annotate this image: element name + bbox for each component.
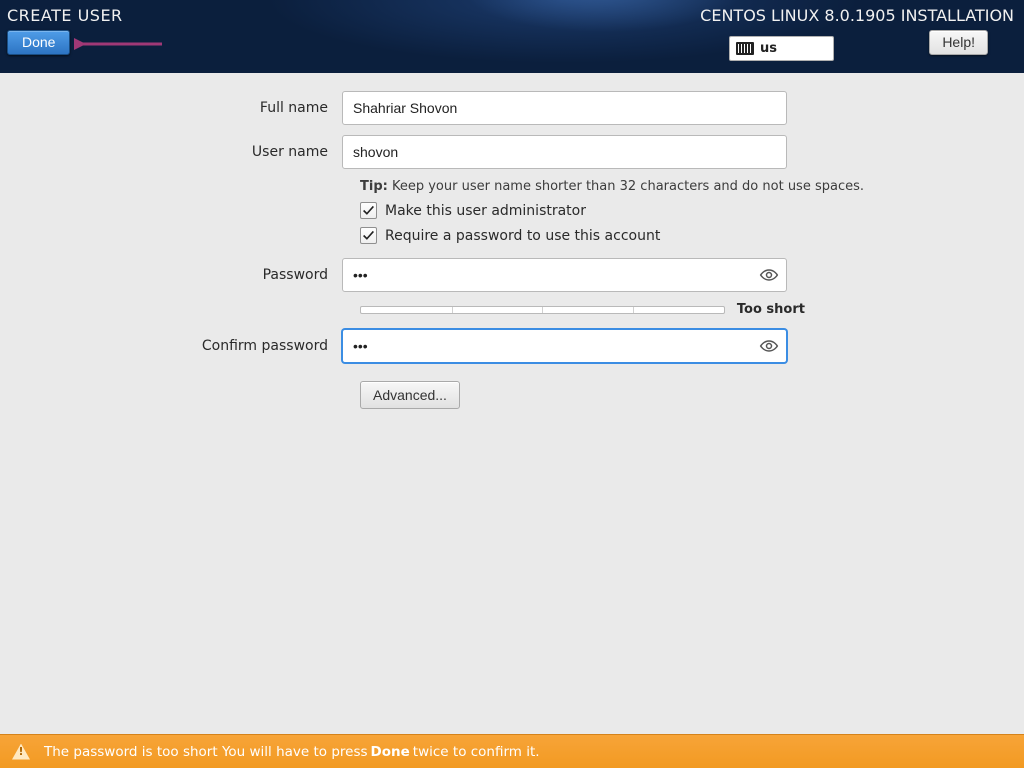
keyboard-icon: [736, 42, 754, 55]
make-admin-checkbox[interactable]: [360, 202, 377, 219]
check-icon: [362, 229, 375, 242]
eye-icon[interactable]: [759, 336, 779, 356]
user-name-input[interactable]: [342, 135, 787, 169]
user-name-label: User name: [0, 144, 342, 160]
password-strength-meter: [360, 306, 725, 314]
advanced-button[interactable]: Advanced...: [360, 381, 460, 409]
password-strength-text: Too short: [737, 302, 805, 317]
annotation-arrow: [74, 32, 164, 54]
check-icon: [362, 204, 375, 217]
require-password-label: Require a password to use this account: [385, 228, 660, 244]
warning-text-prefix: The password is too short You will have …: [44, 744, 368, 760]
eye-icon[interactable]: [759, 265, 779, 285]
product-title: CENTOS LINUX 8.0.1905 INSTALLATION: [700, 6, 1014, 25]
require-password-checkbox[interactable]: [360, 227, 377, 244]
keyboard-layout-indicator[interactable]: us: [729, 36, 834, 61]
make-admin-label: Make this user administrator: [385, 203, 586, 219]
password-label: Password: [0, 267, 342, 283]
warning-icon: !: [12, 744, 30, 760]
password-input[interactable]: [342, 258, 787, 292]
full-name-input[interactable]: [342, 91, 787, 125]
page-title: CREATE USER: [7, 6, 123, 25]
keyboard-layout-code: us: [760, 41, 777, 56]
warning-bold: Done: [371, 744, 410, 760]
confirm-password-input[interactable]: [342, 329, 787, 363]
confirm-password-label: Confirm password: [0, 338, 342, 354]
tip-text: Keep your user name shorter than 32 char…: [392, 179, 864, 194]
warning-bar: ! The password is too short You will hav…: [0, 734, 1024, 768]
done-button[interactable]: Done: [7, 30, 70, 55]
warning-text-suffix: twice to confirm it.: [413, 744, 540, 760]
tip-label: Tip:: [360, 179, 388, 194]
help-button[interactable]: Help!: [929, 30, 988, 55]
full-name-label: Full name: [0, 100, 342, 116]
